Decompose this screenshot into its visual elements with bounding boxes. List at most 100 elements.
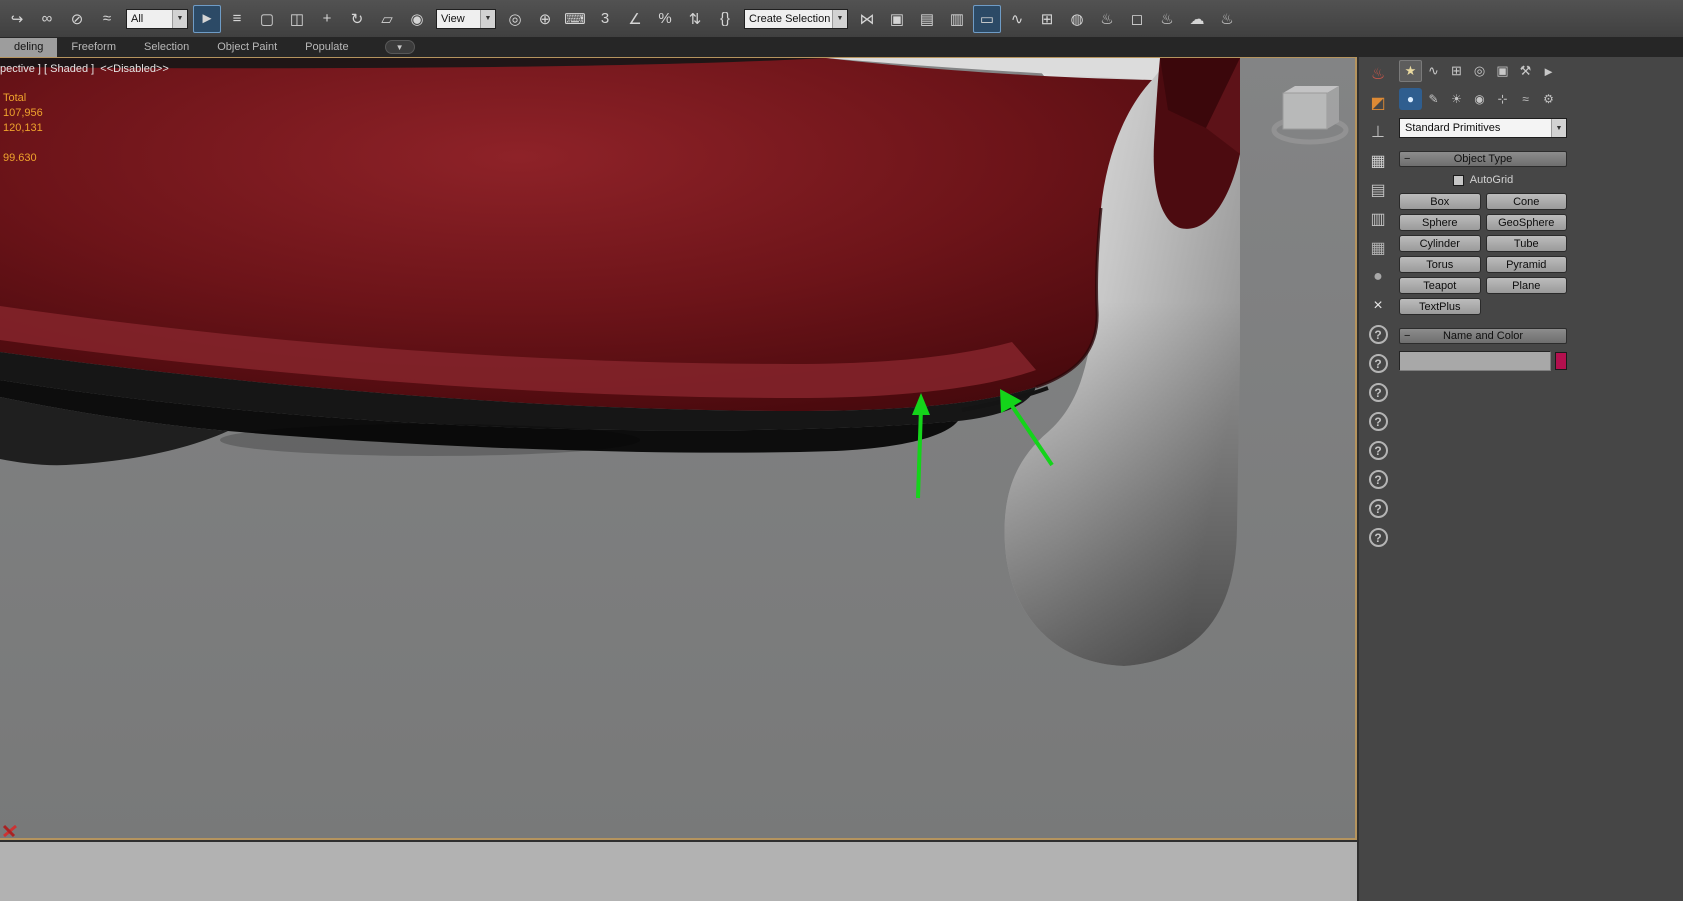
category-shapes-icon[interactable]: ✎ [1422, 88, 1445, 110]
object-button-geosphere[interactable]: GeoSphere [1485, 214, 1567, 231]
close-icon[interactable]: × [1364, 293, 1392, 319]
category-cameras-icon[interactable]: ◉ [1468, 88, 1491, 110]
object-button-box[interactable]: Box [1399, 193, 1481, 210]
teapot-icon[interactable]: ♨ [1364, 61, 1392, 87]
help-icon[interactable]: ? [1368, 354, 1388, 373]
sphere-icon[interactable]: ● [1364, 264, 1392, 290]
subcategory-dropdown[interactable]: Standard Primitives ▼ [1399, 118, 1567, 138]
stats-fps: 99.630 [3, 152, 37, 164]
viewport[interactable]: pective ] [ Shaded ] <<Disabled>> Total … [0, 57, 1357, 840]
unlink-selection-icon[interactable]: ⊘ [63, 5, 91, 33]
toggle-ribbon-icon[interactable]: ▭ [973, 4, 1001, 33]
toggle-layer-explorer-icon[interactable]: ▥ [943, 5, 971, 33]
category-systems-icon[interactable]: ⚙ [1537, 88, 1560, 110]
help-icon[interactable]: ? [1368, 325, 1388, 344]
render-setup-icon[interactable]: ♨ [1093, 5, 1121, 33]
render-production-icon[interactable]: ♨ [1153, 5, 1181, 33]
align-icon[interactable]: ▣ [883, 5, 911, 33]
rectangular-selection-region-icon[interactable]: ▢ [253, 5, 281, 33]
object-button-torus[interactable]: Torus [1399, 256, 1481, 273]
select-and-place-icon[interactable]: ◉ [403, 5, 431, 33]
collapse-icon[interactable]: − [1404, 153, 1410, 165]
name-color-rollout-header[interactable]: − Name and Color [1399, 328, 1567, 344]
select-and-move-icon[interactable]: + [313, 5, 341, 33]
spinner-snap-icon[interactable]: ⇅ [681, 5, 709, 33]
schematic-view-icon[interactable]: ⊞ [1033, 5, 1061, 33]
caliper-icon[interactable]: ⊥ [1364, 119, 1392, 145]
material-editor-icon[interactable]: ◍ [1063, 5, 1091, 33]
tab-create-icon[interactable]: ★ [1399, 60, 1422, 82]
checker-icon[interactable]: ▦ [1364, 148, 1392, 174]
select-and-rotate-icon[interactable]: ↻ [343, 5, 371, 33]
help-icon[interactable]: ? [1368, 441, 1388, 460]
ribbon-menu-button[interactable]: ▼ [384, 40, 415, 54]
help-icon[interactable]: ? [1368, 470, 1388, 489]
tab-hierarchy-icon[interactable]: ⊞ [1445, 60, 1468, 82]
object-button-cylinder[interactable]: Cylinder [1399, 235, 1481, 252]
autogrid-row: AutoGrid [1399, 171, 1567, 189]
select-object-icon[interactable]: ► [193, 4, 221, 33]
object-type-rollout-header[interactable]: − Object Type [1399, 151, 1567, 167]
object-name-input[interactable] [1399, 351, 1551, 371]
help-icon[interactable]: ? [1368, 383, 1388, 402]
ribbon-tab-deling[interactable]: deling [0, 38, 58, 57]
named-selection-set-dropdown[interactable]: Create Selection Se▼ [744, 8, 848, 29]
help-icon[interactable]: ? [1368, 528, 1388, 547]
object-button-teapot[interactable]: Teapot [1399, 277, 1481, 294]
select-and-manipulate-icon[interactable]: ⊕ [531, 5, 559, 33]
tab-motion-icon[interactable]: ◎ [1468, 60, 1491, 82]
ribbon-tab-object-paint[interactable]: Object Paint [203, 38, 291, 57]
command-panel: ★ ∿ ⊞ ◎ ▣ ⚒ ► ● ✎ ☀ ◉ ⊹ ≈ ⚙ Standard Primitives ▼ − … [1399, 60, 1567, 371]
category-lights-icon[interactable]: ☀ [1445, 88, 1468, 110]
open-box-icon[interactable]: ◩ [1364, 90, 1392, 116]
toggle-scene-explorer-icon[interactable]: ▤ [913, 5, 941, 33]
rendered-frame-window-icon[interactable]: ◻ [1123, 5, 1151, 33]
viewport-label[interactable]: pective ] [ Shaded ] <<Disabled>> [0, 63, 169, 75]
object-button-plane[interactable]: Plane [1485, 277, 1567, 294]
use-pivot-point-center-icon[interactable]: ◎ [501, 5, 529, 33]
category-helpers-icon[interactable]: ⊹ [1491, 88, 1514, 110]
redo-icon[interactable]: ↪ [3, 5, 31, 33]
layers-icon[interactable]: ▤ [1364, 177, 1392, 203]
selection-filter-dropdown[interactable]: All ▼ [126, 8, 188, 29]
panel-arrow-icon[interactable]: ► [1537, 60, 1560, 82]
ribbon-tab-populate[interactable]: Populate [291, 38, 362, 57]
angle-snap-icon[interactable]: ∠ [621, 5, 649, 33]
stats-vert-count: 120,131 [3, 122, 43, 134]
object-button-tube[interactable]: Tube [1485, 235, 1567, 252]
help-icon[interactable]: ? [1368, 412, 1388, 431]
help-icon[interactable]: ? [1368, 499, 1388, 518]
object-button-textplus[interactable]: TextPlus [1399, 298, 1481, 315]
autogrid-checkbox[interactable] [1452, 174, 1464, 186]
window-crossing-icon[interactable]: ◫ [283, 5, 311, 33]
percent-snap-icon[interactable]: % [651, 5, 679, 33]
render-last-icon[interactable]: ♨ [1213, 5, 1241, 33]
ribbon-tab-selection[interactable]: Selection [130, 38, 203, 57]
tab-utilities-icon[interactable]: ⚒ [1514, 60, 1537, 82]
tab-modify-icon[interactable]: ∿ [1422, 60, 1445, 82]
viewport-3d-scene[interactable] [0, 58, 1357, 840]
category-space-warps-icon[interactable]: ≈ [1514, 88, 1537, 110]
object-button-cone[interactable]: Cone [1485, 193, 1567, 210]
collapse-icon[interactable]: − [1404, 330, 1410, 342]
stack-icon[interactable]: ▥ [1364, 206, 1392, 232]
select-and-scale-icon[interactable]: ▱ [373, 5, 401, 33]
tab-display-icon[interactable]: ▣ [1491, 60, 1514, 82]
name-color-rollout-title: Name and Color [1442, 330, 1524, 342]
object-color-swatch[interactable] [1555, 352, 1567, 370]
edit-named-selection-sets-icon[interactable]: {} [711, 5, 739, 33]
object-button-pyramid[interactable]: Pyramid [1485, 256, 1567, 273]
keyboard-shortcut-override-icon[interactable]: ⌨ [561, 5, 589, 33]
ribbon-tab-freeform[interactable]: Freeform [57, 38, 130, 57]
mirror-icon[interactable]: ⋈ [853, 5, 881, 33]
bind-to-space-warp-icon[interactable]: ≈ [93, 5, 121, 33]
snaps-toggle-3d-icon[interactable]: 3 [591, 5, 619, 33]
select-by-name-icon[interactable]: ≡ [223, 5, 251, 33]
category-geometry-icon[interactable]: ● [1399, 88, 1422, 110]
curve-editor-icon[interactable]: ∿ [1003, 5, 1031, 33]
table-icon[interactable]: ▦ [1364, 235, 1392, 261]
object-button-sphere[interactable]: Sphere [1399, 214, 1481, 231]
select-and-link-icon[interactable]: ∞ [33, 5, 61, 33]
reference-coordinate-system-dropdown[interactable]: View ▼ [436, 8, 496, 29]
render-in-cloud-icon[interactable]: ☁ [1183, 5, 1211, 33]
